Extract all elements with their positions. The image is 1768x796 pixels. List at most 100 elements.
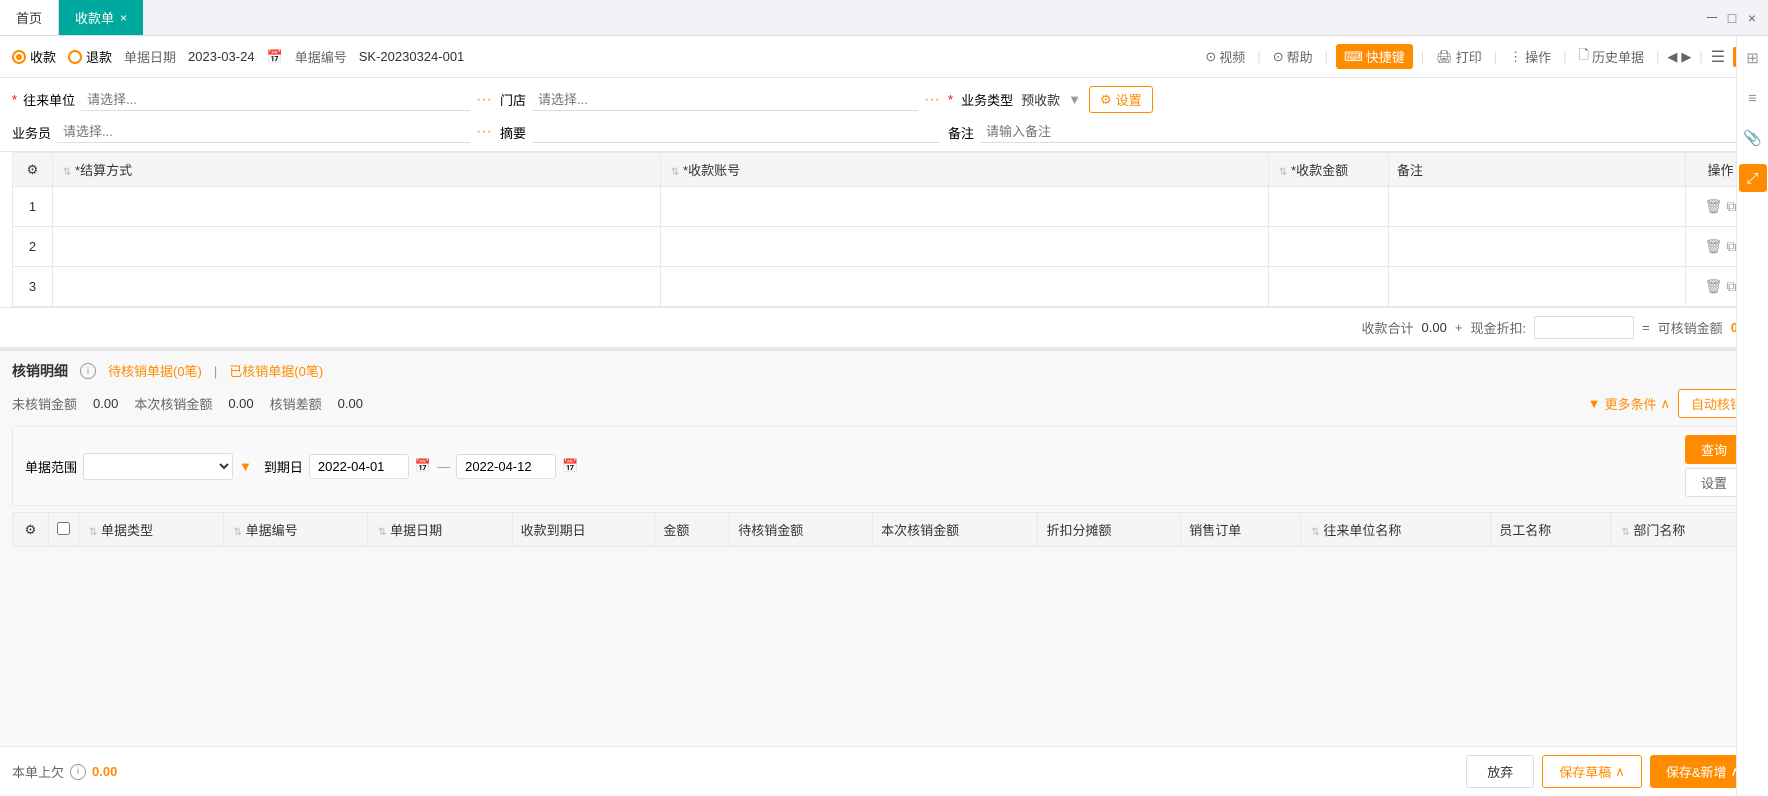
col-dept: ⇅ 部门名称	[1611, 513, 1756, 547]
copy-icon[interactable]: ⧉	[1726, 278, 1736, 295]
close-button[interactable]: ×	[1744, 10, 1760, 26]
range-dropdown-icon[interactable]: ▼	[239, 459, 252, 474]
sidebar-clip-icon[interactable]: 📎	[1739, 124, 1767, 152]
toolbar-right: ⊙ 视频 | ⊙ 帮助 | ⌨ 快捷键 | 🖨 打印 | ⋮ 操作	[1201, 44, 1756, 70]
bottom-checkbox-header[interactable]	[49, 513, 79, 547]
salesperson-label: 业务员	[12, 123, 51, 142]
business-type-dropdown-icon[interactable]: ▼	[1068, 92, 1081, 107]
radio-receive[interactable]: 收款	[12, 47, 56, 66]
range-select[interactable]	[83, 453, 233, 480]
row-amount[interactable]	[1269, 187, 1389, 227]
filter-setting-button[interactable]: 设置	[1685, 468, 1743, 497]
sidebar-table-icon[interactable]: ⊞	[1739, 44, 1767, 72]
more-conditions-btn[interactable]: ▼ 更多条件 ∧	[1588, 394, 1670, 413]
select-all-checkbox[interactable]	[57, 522, 70, 535]
due-date-label: 到期日	[264, 457, 303, 476]
row-settlement[interactable]	[53, 187, 661, 227]
copy-icon[interactable]: ⧉	[1726, 198, 1736, 215]
bottom-gear-header[interactable]: ⚙	[13, 513, 49, 547]
summary-input[interactable]	[532, 121, 940, 143]
setting-button[interactable]: ⚙ 设置	[1089, 86, 1153, 113]
action-btn[interactable]: ⋮ 操作	[1505, 45, 1555, 68]
discount-input[interactable]	[1534, 316, 1634, 339]
save-draft-button[interactable]: 保存草稿 ∧	[1542, 755, 1642, 788]
save-draft-dropdown-icon[interactable]: ∧	[1615, 764, 1625, 780]
business-type-field: * 业务类型 预收款 ▼ ⚙ 设置	[948, 86, 1756, 113]
table-gear-header[interactable]: ⚙	[13, 153, 53, 187]
query-button[interactable]: 查询	[1685, 435, 1743, 464]
row-settlement[interactable]	[53, 227, 661, 267]
row-num: 3	[13, 267, 53, 307]
remark-input[interactable]	[980, 121, 1756, 143]
counterparty-more-btn[interactable]: ···	[476, 91, 492, 109]
row-remark[interactable]	[1389, 227, 1686, 267]
abandon-button[interactable]: 放弃	[1466, 755, 1534, 788]
help-btn[interactable]: ⊙ 帮助	[1269, 45, 1317, 68]
gear-icon: ⚙	[27, 162, 39, 177]
minimize-button[interactable]: －	[1704, 10, 1720, 26]
receipt-table-wrapper: ⚙ ⇅ *结算方式 ⇅ *收款账号 ⇅ *收款金额 备注	[0, 152, 1768, 307]
copy-icon[interactable]: ⧉	[1726, 238, 1736, 255]
action-label: 操作	[1525, 47, 1551, 66]
video-btn[interactable]: ⊙ 视频	[1201, 45, 1249, 68]
delete-icon[interactable]: 🗑	[1705, 238, 1723, 255]
radio-refund[interactable]: 退款	[68, 47, 112, 66]
form-area: * 往来单位 ··· 门店 ··· * 业务类型 预收款 ▼ ⚙ 设置	[0, 78, 1768, 152]
salesperson-more-btn[interactable]: ···	[476, 123, 492, 141]
bottom-table: ⚙ ⇅ 单据类型 ⇅ 单据编号	[12, 512, 1756, 547]
form-row-1: * 往来单位 ··· 门店 ··· * 业务类型 预收款 ▼ ⚙ 设置	[12, 86, 1756, 113]
calendar-icon[interactable]: 📅	[267, 49, 283, 65]
row-amount[interactable]	[1269, 227, 1389, 267]
radio-refund-dot	[68, 50, 82, 64]
row-num: 1	[13, 187, 53, 227]
sidebar-list-icon[interactable]: ≡	[1739, 84, 1767, 112]
help-label: 帮助	[1287, 47, 1313, 66]
salesperson-input[interactable]	[57, 121, 470, 143]
shortcut-btn[interactable]: ⌨ 快捷键	[1336, 44, 1413, 69]
row-account[interactable]	[661, 227, 1269, 267]
print-btn[interactable]: 🖨 打印	[1432, 45, 1486, 68]
row-remark[interactable]	[1389, 187, 1686, 227]
col-sales-order: 销售订单	[1181, 513, 1301, 547]
footer-buttons: 放弃 保存草稿 ∧ 保存&新增 ∧	[1466, 755, 1756, 788]
tab-close-icon[interactable]: ×	[120, 11, 127, 25]
prev-icon[interactable]: ◀	[1667, 49, 1677, 65]
tab-receipt[interactable]: 收款单 ×	[59, 0, 143, 35]
delete-icon[interactable]: 🗑	[1705, 198, 1723, 215]
shop-input[interactable]	[532, 89, 918, 111]
tab-home[interactable]: 首页	[0, 0, 59, 35]
date-label: 单据日期	[124, 47, 176, 66]
row-amount[interactable]	[1269, 267, 1389, 307]
col-amount: ⇅ *收款金额	[1269, 153, 1389, 187]
calendar-from-icon[interactable]: 📅	[415, 458, 431, 474]
col-settlement: ⇅ *结算方式	[53, 153, 661, 187]
number-label: 单据编号	[295, 47, 347, 66]
date-from-input[interactable]	[309, 454, 409, 479]
menu-icon[interactable]: ☰	[1711, 47, 1725, 67]
current-label: 本单上欠	[12, 762, 64, 781]
history-btn[interactable]: 🗋 历史单据	[1575, 44, 1648, 70]
verify-title: 核销明细	[12, 361, 68, 381]
row-remark[interactable]	[1389, 267, 1686, 307]
calendar-to-icon[interactable]: 📅	[562, 458, 578, 474]
date-to-input[interactable]	[456, 454, 556, 479]
counterparty-input[interactable]	[81, 89, 470, 111]
maximize-button[interactable]: □	[1724, 10, 1740, 26]
delete-icon[interactable]: 🗑	[1705, 278, 1723, 295]
verify-header: 核销明细 i 待核销单据(0笔) | 已核销单据(0笔)	[12, 361, 1756, 381]
done-tab[interactable]: 已核销单据(0笔)	[229, 361, 323, 381]
pending-tab[interactable]: 待核销单据(0笔)	[108, 361, 202, 381]
row-account[interactable]	[661, 267, 1269, 307]
row-account[interactable]	[661, 187, 1269, 227]
info-icon[interactable]: i	[80, 363, 96, 379]
gear-icon: ⚙	[1100, 92, 1112, 108]
sidebar-expand-icon[interactable]: ⤢	[1739, 164, 1767, 192]
date-value: 2023-03-24	[188, 49, 255, 64]
row-settlement[interactable]	[53, 267, 661, 307]
current-value: 0.00	[92, 764, 117, 779]
info-icon-footer[interactable]: i	[70, 764, 86, 780]
next-icon[interactable]: ▶	[1681, 49, 1691, 65]
counterparty-label: 往来单位	[23, 90, 75, 109]
remark-label: 备注	[948, 123, 974, 142]
shop-more-btn[interactable]: ···	[924, 91, 940, 109]
